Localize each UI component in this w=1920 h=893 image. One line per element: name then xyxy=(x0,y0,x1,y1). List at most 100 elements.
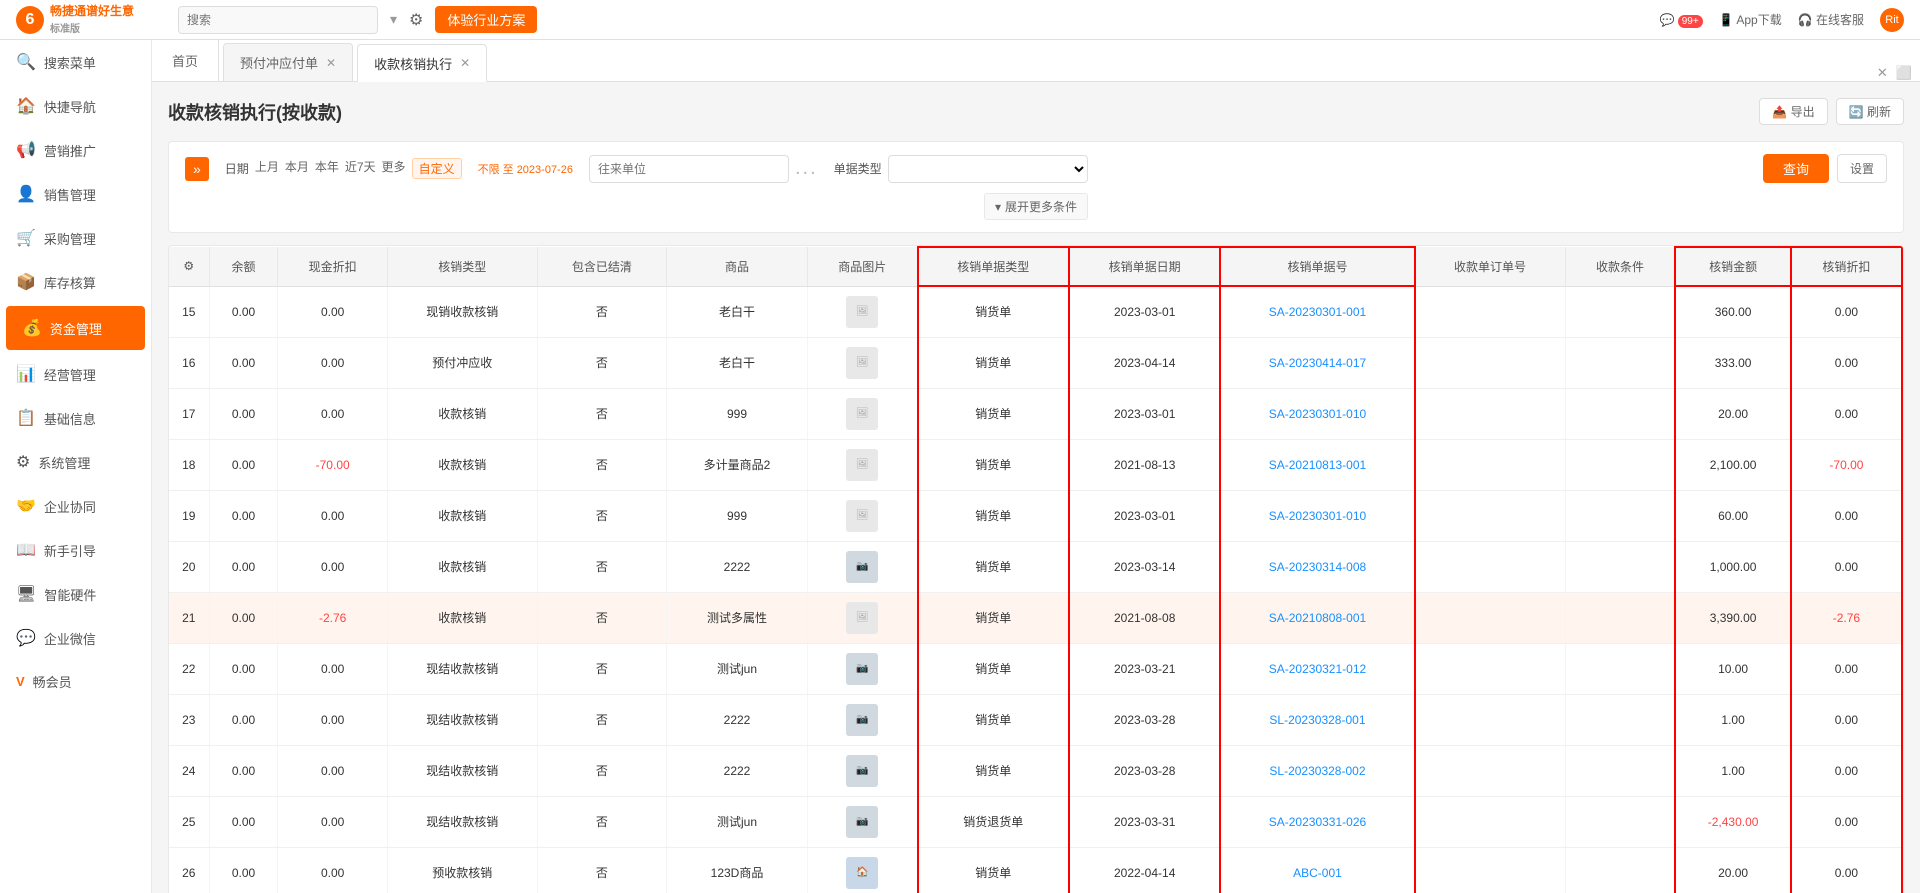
date-this-year[interactable]: 本年 xyxy=(315,158,339,179)
tab-close-write-off[interactable]: ✕ xyxy=(460,56,470,70)
window-minimize-icon[interactable]: ✕ xyxy=(1877,65,1888,81)
sidebar-item-marketing[interactable]: 📢 营销推广 xyxy=(0,128,151,172)
bill-no-link[interactable]: SA-20230301-001 xyxy=(1269,305,1366,319)
filter-toggle-button[interactable]: » xyxy=(185,157,209,181)
solution-button[interactable]: 体验行业方案 xyxy=(435,6,537,33)
tab-prepayment[interactable]: 预付冲应付单 ✕ xyxy=(223,43,353,81)
date-this-month[interactable]: 本月 xyxy=(285,158,309,179)
bill-no-link[interactable]: SA-20230331-026 xyxy=(1269,815,1366,829)
date-last-month[interactable]: 上月 xyxy=(255,158,279,179)
export-button[interactable]: 📤 导出 xyxy=(1759,98,1827,125)
cell-receipt-condition xyxy=(1565,388,1675,439)
cell-write-off-discount: 0.00 xyxy=(1791,643,1902,694)
receipt-type-select[interactable] xyxy=(888,155,1088,183)
cell-write-off-bill-no: SA-20210808-001 xyxy=(1220,592,1414,643)
cell-goods-image: 🖼 xyxy=(807,286,917,337)
bill-no-link[interactable]: SA-20230321-012 xyxy=(1269,662,1366,676)
cell-goods-image: 📷 xyxy=(807,796,917,847)
date-last-7-days[interactable]: 近7天 xyxy=(345,158,376,179)
cell-id: 21 xyxy=(169,592,209,643)
col-header-settings[interactable]: ⚙ xyxy=(169,247,209,286)
goods-image: 📷 xyxy=(846,806,878,838)
cell-receipt-condition xyxy=(1565,694,1675,745)
sidebar-item-search[interactable]: 🔍 搜索菜单 xyxy=(0,40,151,84)
sidebar-item-wechat[interactable]: 💬 企业微信 xyxy=(0,616,151,660)
refresh-button[interactable]: 🔄 刷新 xyxy=(1836,98,1904,125)
online-support-link[interactable]: 🎧 在线客服 xyxy=(1798,11,1864,28)
tab-write-off[interactable]: 收款核销执行 ✕ xyxy=(357,44,487,82)
page-content: 收款核销执行(按收款) 📤 导出 🔄 刷新 » 日期 xyxy=(152,82,1920,893)
cell-write-off-bill-date: 2023-03-28 xyxy=(1069,745,1220,796)
cell-goods-image: 🖼 xyxy=(807,490,917,541)
sidebar-item-basic[interactable]: 📋 基础信息 xyxy=(0,396,151,440)
from-unit-dots[interactable]: ... xyxy=(795,157,818,180)
cell-write-off-bill-date: 2021-08-08 xyxy=(1069,592,1220,643)
cell-receipt-condition xyxy=(1565,439,1675,490)
sidebar-item-hardware[interactable]: 🖥 智能硬件 xyxy=(0,572,151,616)
sidebar-item-sales[interactable]: 👤 销售管理 xyxy=(0,172,151,216)
sidebar-item-finance[interactable]: 💰 资金管理 xyxy=(6,306,145,350)
hardware-icon: 🖥 xyxy=(16,584,36,604)
cell-include-settled: 否 xyxy=(537,847,667,893)
cell-goods-image: 🖼 xyxy=(807,592,917,643)
cell-receipt-condition xyxy=(1565,745,1675,796)
date-more[interactable]: 更多 xyxy=(382,158,406,179)
search-icon: 🔍 xyxy=(16,52,36,72)
sidebar-item-inventory[interactable]: 📦 库存核算 xyxy=(0,260,151,304)
sidebar-item-member[interactable]: V 畅会员 xyxy=(0,660,151,703)
sales-icon: 👤 xyxy=(16,184,36,204)
cell-cash-discount: 0.00 xyxy=(278,694,387,745)
tab-home[interactable]: 首页 xyxy=(152,40,219,81)
settings-button[interactable]: 设置 xyxy=(1837,154,1887,183)
sidebar-item-operations[interactable]: 📊 经营管理 xyxy=(0,352,151,396)
query-button[interactable]: 查询 xyxy=(1763,154,1829,183)
page-title-row: 收款核销执行(按收款) 📤 导出 🔄 刷新 xyxy=(168,98,1904,125)
cell-goods-image: 🏠 xyxy=(807,847,917,893)
cell-goods: 999 xyxy=(667,388,808,439)
page-title-actions: 📤 导出 🔄 刷新 xyxy=(1759,98,1904,125)
cell-write-off-type: 收款核销 xyxy=(387,541,537,592)
goods-image-placeholder: 🖼 xyxy=(846,347,878,379)
cell-goods-image: 🖼 xyxy=(807,337,917,388)
bill-no-link[interactable]: SA-20210808-001 xyxy=(1269,611,1366,625)
app-download-link[interactable]: 📱 App下载 xyxy=(1719,11,1782,28)
cell-balance: 0.00 xyxy=(209,643,278,694)
top-search-input[interactable] xyxy=(178,6,378,34)
from-unit-input[interactable] xyxy=(589,155,789,183)
sidebar-item-purchase[interactable]: 🛒 采购管理 xyxy=(0,216,151,260)
cell-goods: 老白干 xyxy=(667,286,808,337)
user-avatar[interactable]: Rit xyxy=(1880,8,1904,32)
cell-id: 26 xyxy=(169,847,209,893)
cell-receipt-order-no xyxy=(1415,745,1566,796)
cell-cash-discount: 0.00 xyxy=(278,541,387,592)
receipt-type-filter: 单据类型 xyxy=(834,155,1088,183)
bill-no-link[interactable]: SA-20210813-001 xyxy=(1269,458,1366,472)
cell-receipt-condition xyxy=(1565,592,1675,643)
bill-no-link[interactable]: SA-20230414-017 xyxy=(1269,356,1366,370)
cell-write-off-amount: 60.00 xyxy=(1675,490,1791,541)
expand-more-button[interactable]: ▾ 展开更多条件 xyxy=(984,193,1088,220)
sidebar-item-enterprise[interactable]: 🤝 企业协同 xyxy=(0,484,151,528)
sidebar-item-system[interactable]: ⚙ 系统管理 xyxy=(0,440,151,484)
cell-write-off-discount: -2.76 xyxy=(1791,592,1902,643)
notification-icon-area[interactable]: 💬 99+ xyxy=(1659,13,1702,27)
tab-close-prepayment[interactable]: ✕ xyxy=(326,56,336,70)
settings-gear-icon[interactable]: ⚙ xyxy=(409,10,423,30)
sidebar-item-quick-nav[interactable]: 🏠 快捷导航 xyxy=(0,84,151,128)
bill-no-link[interactable]: SL-20230328-002 xyxy=(1269,764,1365,778)
sidebar-item-guide[interactable]: 📖 新手引导 xyxy=(0,528,151,572)
bill-no-link[interactable]: SA-20230301-010 xyxy=(1269,509,1366,523)
cell-write-off-amount: 20.00 xyxy=(1675,847,1791,893)
cell-balance: 0.00 xyxy=(209,745,278,796)
date-custom[interactable]: 自定义 xyxy=(412,158,462,179)
cell-receipt-order-no xyxy=(1415,592,1566,643)
bill-no-link[interactable]: SA-20230314-008 xyxy=(1269,560,1366,574)
cell-write-off-bill-type: 销货单 xyxy=(918,490,1069,541)
window-maximize-icon[interactable]: ⬜ xyxy=(1896,65,1912,81)
bill-no-link[interactable]: ABC-001 xyxy=(1293,866,1342,880)
table-row: 17 0.00 0.00 收款核销 否 999 🖼 销货单 2023-03-01… xyxy=(169,388,1902,439)
cell-write-off-bill-no: SA-20210813-001 xyxy=(1220,439,1414,490)
table-row: 20 0.00 0.00 收款核销 否 2222 📷 销货单 2023-03-1… xyxy=(169,541,1902,592)
bill-no-link[interactable]: SA-20230301-010 xyxy=(1269,407,1366,421)
bill-no-link[interactable]: SL-20230328-001 xyxy=(1269,713,1365,727)
